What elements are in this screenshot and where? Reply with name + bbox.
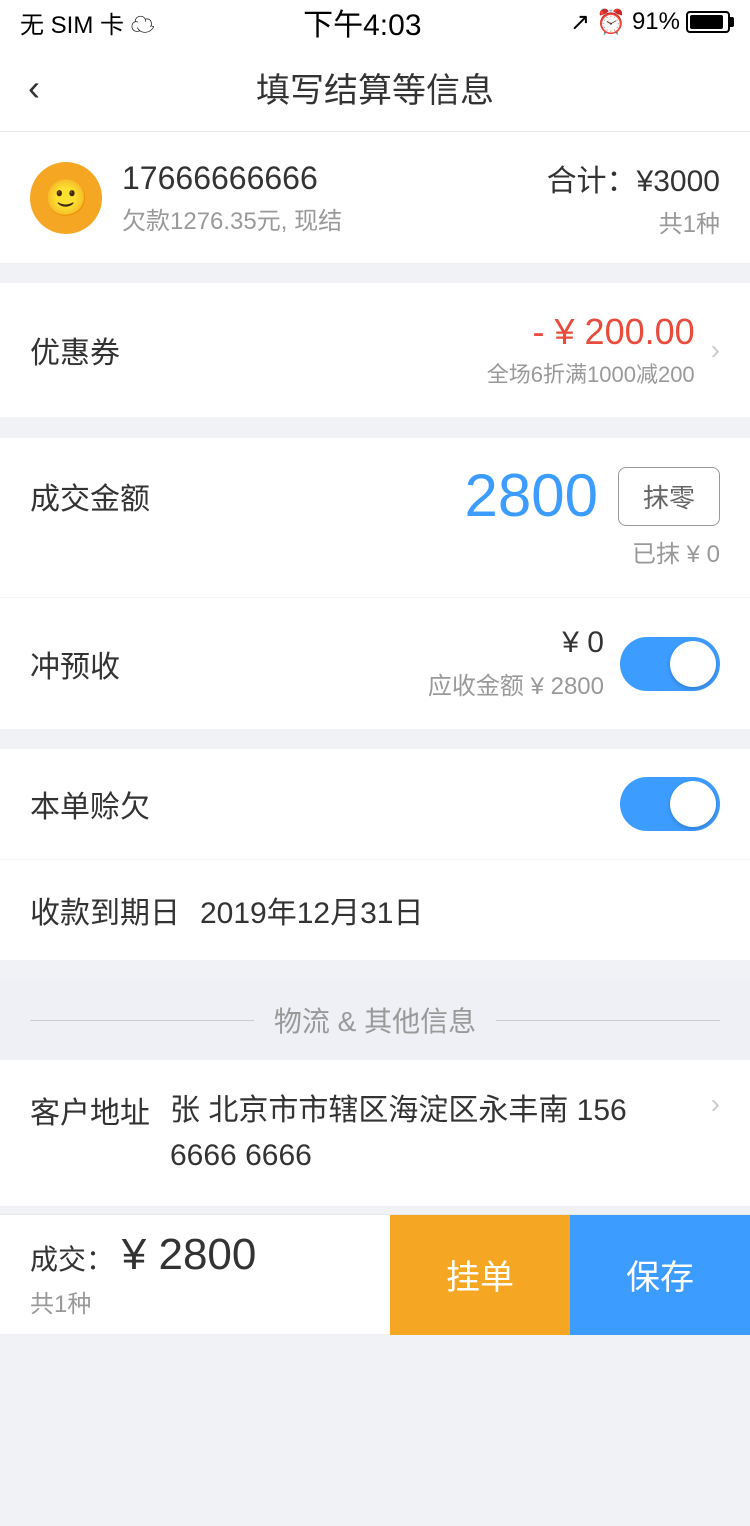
logistics-header: 物流 & 其他信息	[0, 980, 750, 1060]
round-button[interactable]: 抹零	[618, 467, 720, 526]
debt-toggle-knob	[670, 781, 716, 827]
avatar-icon: 🙂	[44, 177, 89, 219]
nav-bar: ‹ 填写结算等信息	[0, 44, 750, 132]
prepay-desc: 应收金额 ¥ 2800	[428, 666, 604, 701]
logistics-label: 物流 & 其他信息	[274, 1000, 476, 1040]
page-title: 填写结算等信息	[256, 63, 494, 112]
status-time: 下午4:03	[303, 0, 421, 44]
deal-label: 成交金额	[30, 474, 150, 518]
bottom-deal-label: 成交：	[30, 1244, 114, 1275]
chevron-right-icon: ›	[711, 334, 720, 366]
status-right: ↗ ⏰ 91%	[570, 8, 730, 37]
bottom-deal-amount: ¥ 2800	[122, 1230, 257, 1279]
address-chevron-icon: ›	[711, 1088, 720, 1120]
bottom-bar: 成交： ¥ 2800 共1种 挂单 保存	[0, 1214, 750, 1334]
deal-amount: 2800	[465, 466, 598, 526]
prepay-toggle[interactable]	[620, 637, 720, 691]
battery-percent: 91%	[632, 8, 680, 36]
address-label: 客户地址	[30, 1088, 150, 1132]
battery-icon	[686, 11, 730, 33]
total-amount: 合计：¥3000	[547, 156, 720, 200]
prepay-amount: ¥ 0	[428, 626, 604, 660]
debt-section: 本单赊欠	[0, 749, 750, 859]
coupon-row[interactable]: 优惠券 - ¥ 200.00 全场6折满1000减200 ›	[0, 283, 750, 418]
bottom-spacer	[0, 1406, 750, 1526]
clock-icon: ⏰	[596, 8, 626, 37]
deal-sub-text: 已抹 ¥ 0	[30, 534, 720, 569]
bottom-count: 共1种	[30, 1284, 360, 1319]
due-date-label: 收款到期日	[30, 888, 180, 932]
location-arrow-icon: ↗	[570, 8, 590, 37]
prepay-section: 冲预收 ¥ 0 应收金额 ¥ 2800	[0, 597, 750, 729]
debt-toggle[interactable]	[620, 777, 720, 831]
back-button[interactable]: ‹	[28, 67, 40, 109]
address-section[interactable]: 客户地址 张 北京市市辖区海淀区永丰南 156 6666 6666 ›	[0, 1060, 750, 1206]
debt-label: 本单赊欠	[30, 782, 150, 826]
address-value: 张 北京市市辖区海淀区永丰南 156 6666 6666	[170, 1088, 701, 1178]
toggle-knob	[670, 641, 716, 687]
due-date-value: 2019年12月31日	[200, 888, 423, 932]
avatar: 🙂	[30, 162, 102, 234]
customer-card: 🙂 17666666666 欠款1276.35元, 现结 合计：¥3000 共1…	[0, 132, 750, 263]
divider-line-left	[30, 1020, 254, 1021]
save-button[interactable]: 保存	[570, 1215, 750, 1335]
divider-line-right	[496, 1020, 720, 1021]
total-count: 共1种	[547, 204, 720, 239]
section-divider-1	[0, 418, 750, 438]
customer-debt: 欠款1276.35元, 现结	[122, 201, 342, 236]
section-divider-2	[0, 729, 750, 749]
section-divider-3	[0, 960, 750, 980]
coupon-amount: - ¥ 200.00	[487, 311, 695, 353]
pending-button[interactable]: 挂单	[390, 1215, 570, 1335]
sim-wifi-label: 无 SIM 卡 ☁	[20, 5, 155, 40]
status-bar: 无 SIM 卡 ☁ 下午4:03 ↗ ⏰ 91%	[0, 0, 750, 44]
coupon-label: 优惠券	[30, 328, 120, 372]
deal-section: 成交金额 2800 抹零 已抹 ¥ 0	[0, 438, 750, 597]
due-date-section: 收款到期日 2019年12月31日	[0, 859, 750, 960]
customer-phone: 17666666666	[122, 160, 342, 197]
status-left: 无 SIM 卡 ☁	[20, 5, 155, 40]
prepay-label: 冲预收	[30, 642, 120, 686]
coupon-desc: 全场6折满1000减200	[487, 357, 695, 389]
